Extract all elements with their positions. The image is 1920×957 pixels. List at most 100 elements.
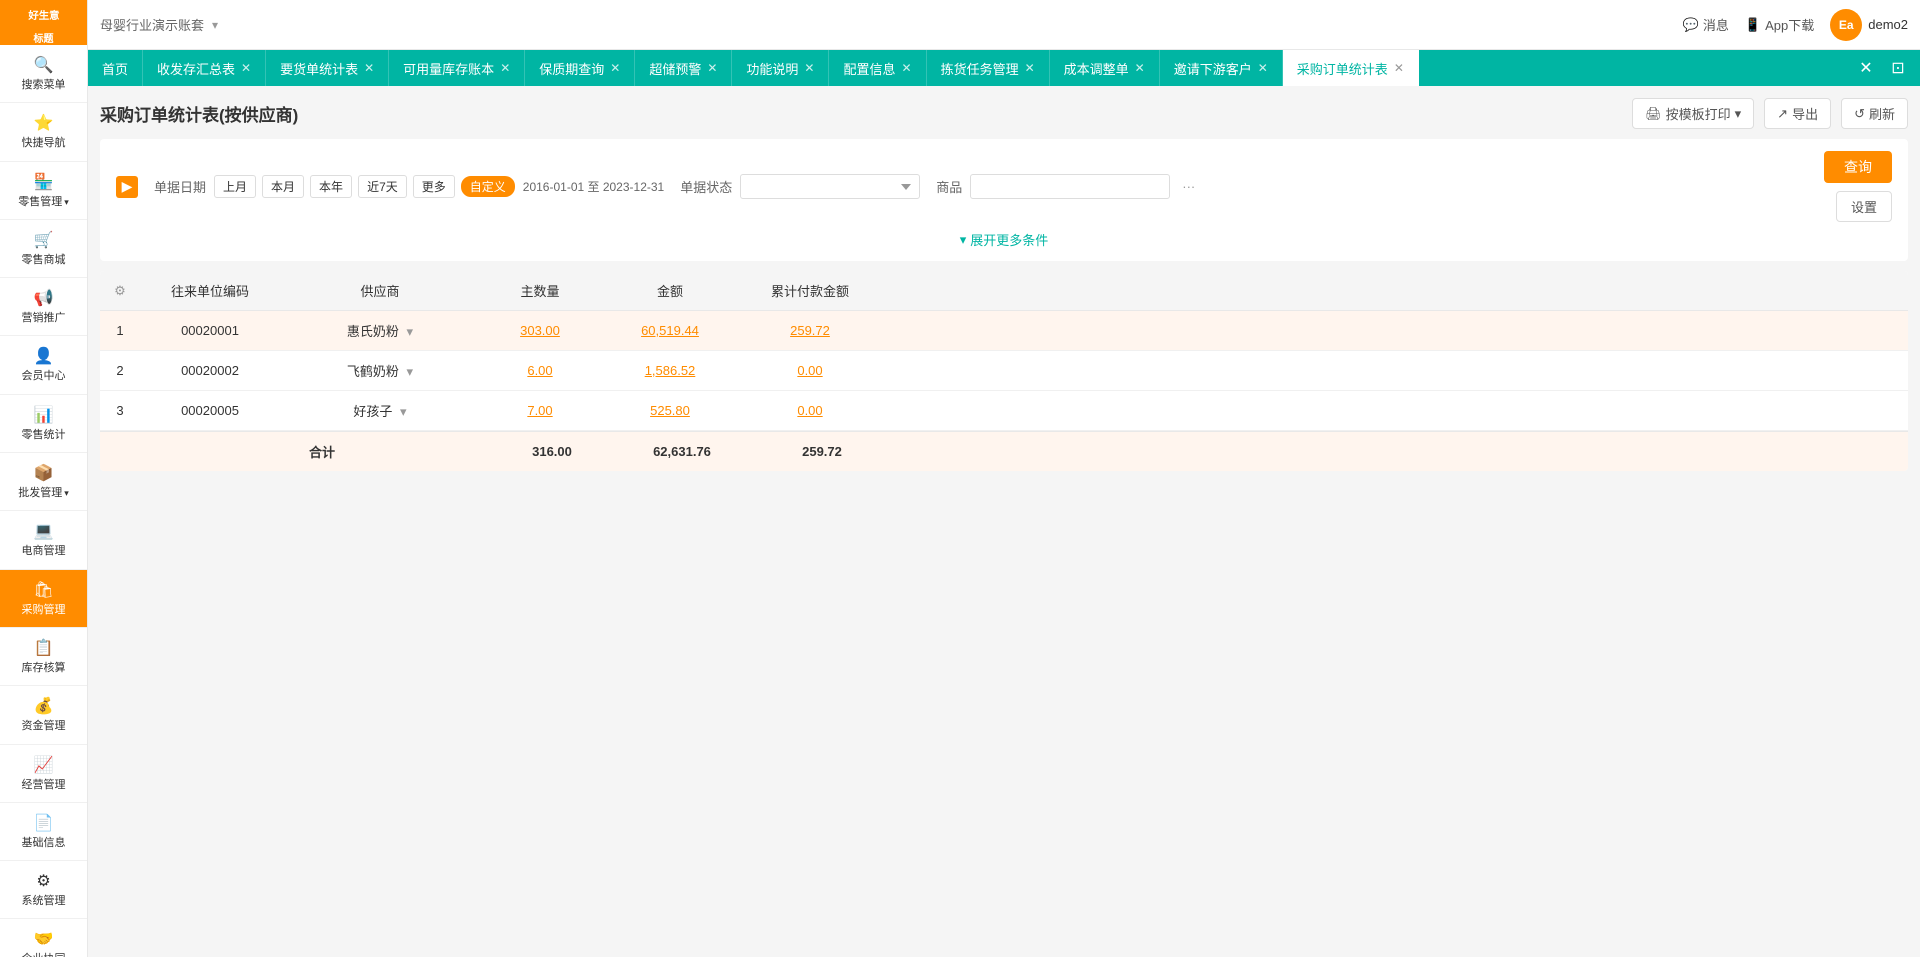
sidebar-item-11[interactable]: 💰 资金管理 [0, 686, 87, 744]
sidebar: 好生意 标题 🔍 搜索菜单 ⭐ 快捷导航 🏪 零售管理▾ 🛒 零售商城 📢 营销… [0, 0, 88, 957]
tab-close-9[interactable]: ✕ [1135, 61, 1145, 75]
sidebar-item-icon-14: ⚙ [36, 871, 50, 891]
cell-supplier-0: 惠氏奶粉 ▾ [280, 311, 480, 351]
nav-tab-2[interactable]: 要货单统计表✕ [266, 50, 389, 86]
topbar-left: 母婴行业演示账套 ▾ [100, 15, 218, 34]
filter-date-range-display: 2016-01-01 至 2023-12-31 [523, 178, 664, 195]
restore-tabs-button[interactable]: ⊡ [1884, 54, 1912, 82]
cell-qty-1: 6.00 [480, 351, 600, 391]
cell-code-2: 00020005 [140, 391, 280, 431]
nav-tab-1[interactable]: 收发存汇总表✕ [143, 50, 266, 86]
nav-tab-8[interactable]: 拣货任务管理 ✕ [927, 50, 1050, 86]
tab-label-4: 保质期查询 [539, 59, 604, 78]
date-btn-more[interactable]: 更多 [413, 175, 455, 198]
sidebar-item-label-5: 会员中心 [22, 369, 66, 383]
sidebar-item-14[interactable]: ⚙ 系统管理 [0, 861, 87, 919]
sidebar-item-label-0: 搜索菜单 [22, 78, 66, 92]
tab-close-3[interactable]: ✕ [500, 61, 510, 75]
sidebar-item-label-10: 库存核算 [22, 661, 66, 675]
tab-close-7[interactable]: ✕ [902, 61, 912, 75]
sidebar-item-1[interactable]: ⭐ 快捷导航 [0, 103, 87, 161]
date-btn-this-month[interactable]: 本月 [262, 175, 304, 198]
date-btn-last-month[interactable]: 上月 [214, 175, 256, 198]
sidebar-item-12[interactable]: 📈 经营管理 [0, 745, 87, 803]
sidebar-item-9[interactable]: 🛍 采购管理 [0, 570, 87, 628]
sidebar-item-label-8: 电商管理 [22, 544, 66, 558]
message-button[interactable]: 💬 消息 [1683, 15, 1729, 34]
cell-qty-2: 7.00 [480, 391, 600, 431]
nav-tab-7[interactable]: 配置信息✕ [829, 50, 926, 86]
sidebar-item-label-2: 零售管理▾ [18, 195, 69, 209]
col-header-supplier: 供应商 [280, 271, 480, 311]
print-button[interactable]: 🖨 按模板打印 ▾ [1632, 98, 1754, 129]
sidebar-item-3[interactable]: 🛒 零售商城 [0, 220, 87, 278]
col-header-paid: 累计付款金额 [740, 271, 880, 311]
filter-goods-label: 商品 [936, 177, 962, 196]
cell-no-1: 2 [100, 351, 140, 391]
sidebar-item-15[interactable]: 🤝 企业协同 [0, 919, 87, 957]
sidebar-item-10[interactable]: 📋 库存核算 [0, 628, 87, 686]
tab-close-10[interactable]: ✕ [1258, 61, 1268, 75]
data-table-container: ⚙ 往来单位编码 供应商 主数量 金额 累计付款金额 1 00020001 惠氏… [100, 271, 1908, 471]
tab-close-6[interactable]: ✕ [804, 61, 814, 75]
filter-expand-button[interactable]: ▶ [116, 176, 138, 198]
print-icon: 🖨 [1645, 106, 1662, 122]
sidebar-item-2[interactable]: 🏪 零售管理▾ [0, 162, 87, 220]
sidebar-item-6[interactable]: 📊 零售统计 [0, 395, 87, 453]
sidebar-item-label-11: 资金管理 [22, 719, 66, 733]
nav-tab-6[interactable]: 功能说明✕ [732, 50, 829, 86]
refresh-button[interactable]: ↺ 刷新 [1841, 98, 1908, 129]
cell-amount-0: 60,519.44 [600, 311, 740, 351]
date-btn-custom[interactable]: 自定义 [461, 176, 515, 197]
topbar-chevron-icon[interactable]: ▾ [212, 18, 218, 32]
cell-paid-1: 0.00 [740, 351, 880, 391]
close-all-tabs-button[interactable]: ✕ [1852, 54, 1880, 82]
tab-close-1[interactable]: ✕ [241, 61, 251, 75]
tab-label-8: 拣货任务管理 [941, 59, 1019, 78]
export-button[interactable]: ↗ 导出 [1764, 98, 1831, 129]
settings-button[interactable]: 设置 [1836, 191, 1892, 222]
nav-tab-4[interactable]: 保质期查询 ✕ [525, 50, 635, 86]
nav-tab-5[interactable]: 超储预警✕ [635, 50, 732, 86]
date-btn-this-year[interactable]: 本年 [310, 175, 352, 198]
supplier-chevron-icon-0[interactable]: ▾ [407, 324, 414, 339]
filter-status-select[interactable] [740, 174, 920, 199]
nav-tab-10[interactable]: 邀请下游客户✕ [1160, 50, 1283, 86]
column-gear-icon[interactable]: ⚙ [114, 283, 126, 298]
supplier-chevron-icon-1[interactable]: ▾ [407, 364, 414, 379]
date-btn-7days[interactable]: 近7天 [358, 175, 407, 198]
sidebar-item-label-3: 零售商城 [22, 253, 66, 267]
tab-close-8[interactable]: ✕ [1025, 61, 1035, 75]
sidebar-item-13[interactable]: 📄 基础信息 [0, 803, 87, 861]
supplier-chevron-icon-2[interactable]: ▾ [400, 404, 407, 419]
tab-close-11[interactable]: ✕ [1394, 61, 1404, 75]
tab-close-5[interactable]: ✕ [707, 61, 717, 75]
nav-tab-0[interactable]: 首页 [88, 50, 143, 86]
filter-actions: 查询 设置 [1824, 151, 1892, 222]
tab-label-3: 可用量库存账本 [403, 59, 494, 78]
export-icon: ↗ [1777, 106, 1788, 122]
sidebar-item-7[interactable]: 📦 批发管理▾ [0, 453, 87, 511]
sidebar-item-8[interactable]: 💻 电商管理 [0, 511, 87, 569]
sidebar-item-4[interactable]: 📢 营销推广 [0, 278, 87, 336]
col-header-extra [880, 271, 1908, 311]
query-button[interactable]: 查询 [1824, 151, 1892, 183]
filter-goods-input[interactable] [970, 174, 1170, 199]
sidebar-item-0[interactable]: 🔍 搜索菜单 [0, 45, 87, 103]
data-table: ⚙ 往来单位编码 供应商 主数量 金额 累计付款金额 1 00020001 惠氏… [100, 271, 1908, 431]
app-download-button[interactable]: 📱 App下载 [1745, 15, 1814, 34]
tab-close-4[interactable]: ✕ [610, 61, 620, 75]
filter-status-label: 单据状态 [680, 177, 732, 196]
page-content: 采购订单统计表(按供应商) 🖨 按模板打印 ▾ ↗ 导出 ↺ 刷新 [88, 86, 1920, 957]
sidebar-item-icon-15: 🤝 [34, 929, 54, 949]
nav-tabs-end: ✕ ⊡ [1844, 54, 1920, 82]
nav-tab-9[interactable]: 成本调整单✕ [1050, 50, 1160, 86]
sidebar-item-label-12: 经营管理 [22, 778, 66, 792]
sidebar-item-label-15: 企业协同 [22, 952, 66, 957]
tab-close-2[interactable]: ✕ [364, 61, 374, 75]
filter-expand-more-button[interactable]: ▾ 展开更多条件 [960, 230, 1049, 249]
nav-tab-11[interactable]: 采购订单统计表✕ [1283, 50, 1419, 86]
sidebar-item-5[interactable]: 👤 会员中心 [0, 336, 87, 394]
nav-tab-3[interactable]: 可用量库存账本 ✕ [389, 50, 525, 86]
user-menu[interactable]: Ea demo2 [1830, 9, 1908, 41]
